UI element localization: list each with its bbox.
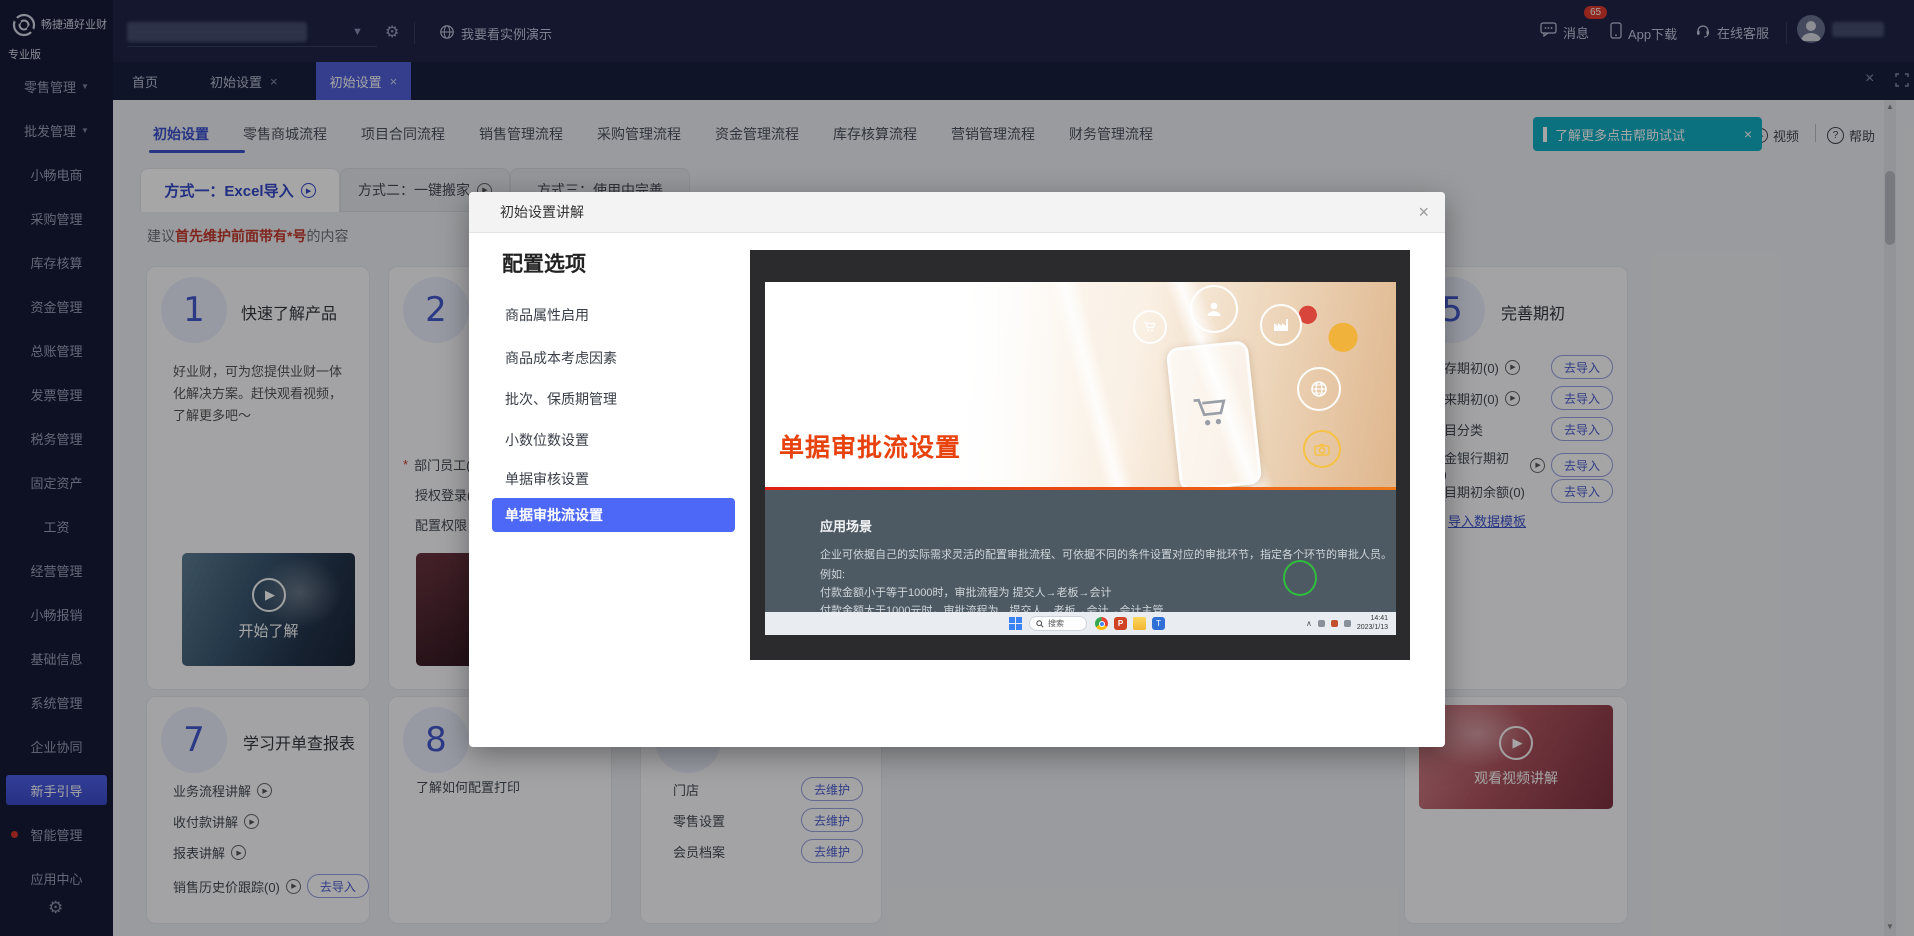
folder-icon (1133, 617, 1146, 630)
initial-settings-modal: 初始设置讲解 × 配置选项 商品属性启用 商品成本考虑因素 批次、保质期管理 小… (469, 192, 1445, 747)
option-approval-flow-selected[interactable]: 单据审批流设置 (492, 498, 735, 532)
slide-frame: 单据审批流设置 应用场景 企业可依据自己的实际需求灵活的配置审批流程、可依据不同… (750, 250, 1410, 660)
modal-title: 初始设置讲解 (500, 202, 584, 222)
scene-line: 付款金额小于等于1000时，审批流程为 提交人→老板→会计 (820, 584, 1112, 600)
windows-taskbar: 搜索 P T ∧ 14:41 2023/1/13 (765, 612, 1396, 635)
clock-date: 2023/1/13 (1357, 624, 1388, 633)
option-product-attributes[interactable]: 商品属性启用 (505, 305, 589, 325)
phone-in-hand (1166, 340, 1263, 492)
cart-icon (1133, 310, 1167, 344)
slide-image: 单据审批流设置 应用场景 企业可依据自己的实际需求灵活的配置审批流程、可依据不同… (765, 282, 1396, 635)
scene-line: 例如: (820, 566, 845, 582)
modal-section-title: 配置选项 (502, 248, 586, 278)
taskbar-clock: 14:41 2023/1/13 (1357, 615, 1388, 633)
person-icon (1190, 285, 1238, 333)
camera-icon (1303, 430, 1341, 468)
taskbar-search[interactable]: 搜索 (1029, 616, 1087, 631)
tray-icon (1344, 620, 1351, 627)
scene-line: 企业可依据自己的实际需求灵活的配置审批流程、可依据不同的条件设置对应的审批环节，… (820, 546, 1392, 562)
chrome-icon (1095, 617, 1108, 630)
tray-icon (1318, 620, 1325, 627)
option-batch-shelf-life[interactable]: 批次、保质期管理 (505, 389, 617, 409)
windows-logo-icon (1009, 617, 1022, 630)
close-icon[interactable]: × (1418, 202, 1429, 223)
option-decimal-places[interactable]: 小数位数设置 (505, 430, 589, 450)
powerpoint-icon: P (1114, 617, 1127, 630)
teams-icon: T (1152, 617, 1165, 630)
slide-title: 单据审批流设置 (779, 428, 961, 464)
option-doc-audit[interactable]: 单据审核设置 (505, 469, 589, 489)
tray-chevron-icon: ∧ (1306, 619, 1312, 628)
search-label: 搜索 (1048, 618, 1064, 629)
search-icon (1036, 620, 1044, 628)
selected-option-label: 单据审批流设置 (505, 505, 603, 525)
option-product-cost[interactable]: 商品成本考虑因素 (505, 348, 617, 368)
tray-icon (1331, 620, 1338, 627)
highlight-circle (1283, 560, 1317, 596)
clock-time: 14:41 (1357, 615, 1388, 624)
modal-title-bar: 初始设置讲解 × (469, 192, 1445, 233)
scene-title: 应用场景 (820, 516, 872, 535)
globe-icon (1297, 367, 1341, 411)
factory-icon (1260, 304, 1302, 346)
